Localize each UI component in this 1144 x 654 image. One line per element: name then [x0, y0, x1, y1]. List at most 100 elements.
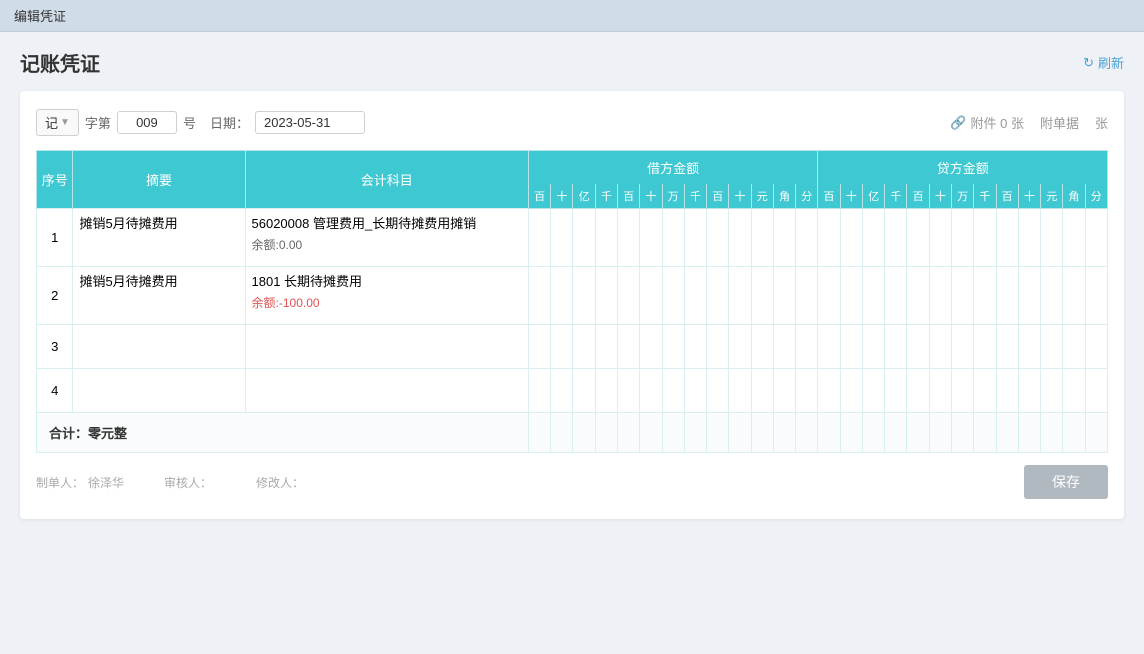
row-1-debit-1[interactable] [551, 267, 573, 325]
row-0-debit-9[interactable] [729, 209, 751, 267]
row-0-credit-11[interactable] [1063, 209, 1085, 267]
row-3-debit-6[interactable] [662, 369, 684, 413]
row-2-credit-7[interactable] [974, 325, 996, 369]
row-3-credit-5[interactable] [929, 369, 951, 413]
row-2-credit-2[interactable] [862, 325, 884, 369]
row-1-summary[interactable]: 摊销5月待摊费用 [73, 267, 245, 325]
row-1-credit-9[interactable] [1018, 267, 1040, 325]
row-3-credit-8[interactable] [996, 369, 1018, 413]
row-1-credit-5[interactable] [929, 267, 951, 325]
row-3-credit-9[interactable] [1018, 369, 1040, 413]
voucher-number-input[interactable] [117, 111, 177, 134]
row-3-credit-7[interactable] [974, 369, 996, 413]
row-1-debit-3[interactable] [595, 267, 617, 325]
row-1-credit-4[interactable] [907, 267, 929, 325]
row-3-credit-1[interactable] [840, 369, 862, 413]
row-0-debit-8[interactable] [707, 209, 729, 267]
row-2-credit-0[interactable] [818, 325, 840, 369]
row-0-credit-1[interactable] [840, 209, 862, 267]
row-3-debit-8[interactable] [707, 369, 729, 413]
row-2-credit-9[interactable] [1018, 325, 1040, 369]
row-1-credit-6[interactable] [952, 267, 974, 325]
row-2-debit-11[interactable] [773, 325, 795, 369]
attachment-link[interactable]: 🔗 附件 0 张 [950, 113, 1024, 132]
row-3-credit-2[interactable] [862, 369, 884, 413]
row-1-credit-11[interactable] [1063, 267, 1085, 325]
row-2-credit-6[interactable] [952, 325, 974, 369]
row-2-account[interactable] [245, 325, 528, 369]
row-3-debit-11[interactable] [773, 369, 795, 413]
row-3-credit-0[interactable] [818, 369, 840, 413]
row-1-debit-6[interactable] [662, 267, 684, 325]
voucher-type-button[interactable]: 记 ▼ [36, 109, 79, 136]
row-0-credit-6[interactable] [952, 209, 974, 267]
row-2-debit-8[interactable] [707, 325, 729, 369]
row-0-credit-7[interactable] [974, 209, 996, 267]
row-2-debit-0[interactable] [528, 325, 550, 369]
row-2-debit-4[interactable] [618, 325, 640, 369]
row-2-summary[interactable] [73, 325, 245, 369]
row-3-debit-10[interactable] [751, 369, 773, 413]
row-0-credit-12[interactable] [1085, 209, 1107, 267]
row-2-credit-10[interactable] [1041, 325, 1063, 369]
row-3-debit-3[interactable] [595, 369, 617, 413]
row-3-debit-12[interactable] [796, 369, 818, 413]
row-0-credit-4[interactable] [907, 209, 929, 267]
refresh-button[interactable]: ↻ 刷新 [1083, 53, 1124, 72]
row-2-credit-3[interactable] [885, 325, 907, 369]
row-2-credit-11[interactable] [1063, 325, 1085, 369]
row-0-debit-4[interactable] [618, 209, 640, 267]
row-3-debit-9[interactable] [729, 369, 751, 413]
row-2-debit-9[interactable] [729, 325, 751, 369]
row-0-debit-5[interactable] [640, 209, 662, 267]
row-2-debit-1[interactable] [551, 325, 573, 369]
row-1-debit-8[interactable] [707, 267, 729, 325]
row-3-credit-6[interactable] [952, 369, 974, 413]
row-1-credit-10[interactable] [1041, 267, 1063, 325]
row-1-debit-12[interactable] [796, 267, 818, 325]
row-2-debit-12[interactable] [796, 325, 818, 369]
row-3-credit-11[interactable] [1063, 369, 1085, 413]
row-0-debit-7[interactable] [684, 209, 706, 267]
row-0-debit-6[interactable] [662, 209, 684, 267]
row-0-debit-3[interactable] [595, 209, 617, 267]
row-0-credit-10[interactable] [1041, 209, 1063, 267]
row-1-debit-11[interactable] [773, 267, 795, 325]
row-3-debit-2[interactable] [573, 369, 595, 413]
row-2-debit-7[interactable] [684, 325, 706, 369]
row-1-debit-9[interactable] [729, 267, 751, 325]
row-1-debit-5[interactable] [640, 267, 662, 325]
row-0-credit-0[interactable] [818, 209, 840, 267]
row-3-account[interactable] [245, 369, 528, 413]
row-0-debit-12[interactable] [796, 209, 818, 267]
row-0-debit-10[interactable] [751, 209, 773, 267]
row-3-summary[interactable] [73, 369, 245, 413]
row-1-account[interactable]: 1801 长期待摊费用余额:-100.00 [245, 267, 528, 325]
row-2-debit-6[interactable] [662, 325, 684, 369]
row-2-credit-8[interactable] [996, 325, 1018, 369]
row-3-debit-1[interactable] [551, 369, 573, 413]
row-1-debit-4[interactable] [618, 267, 640, 325]
row-0-account[interactable]: 56020008 管理费用_长期待摊费用摊销余额:0.00 [245, 209, 528, 267]
row-1-credit-12[interactable] [1085, 267, 1107, 325]
row-0-credit-8[interactable] [996, 209, 1018, 267]
row-2-credit-5[interactable] [929, 325, 951, 369]
row-3-credit-4[interactable] [907, 369, 929, 413]
row-2-debit-5[interactable] [640, 325, 662, 369]
row-1-credit-2[interactable] [862, 267, 884, 325]
row-2-credit-4[interactable] [907, 325, 929, 369]
row-0-credit-5[interactable] [929, 209, 951, 267]
row-3-credit-3[interactable] [885, 369, 907, 413]
row-0-debit-2[interactable] [573, 209, 595, 267]
row-0-credit-2[interactable] [862, 209, 884, 267]
row-1-debit-7[interactable] [684, 267, 706, 325]
row-0-credit-3[interactable] [885, 209, 907, 267]
row-1-credit-3[interactable] [885, 267, 907, 325]
row-1-credit-1[interactable] [840, 267, 862, 325]
row-1-credit-8[interactable] [996, 267, 1018, 325]
save-button[interactable]: 保存 [1024, 465, 1108, 499]
row-0-debit-11[interactable] [773, 209, 795, 267]
row-3-debit-4[interactable] [618, 369, 640, 413]
row-1-credit-7[interactable] [974, 267, 996, 325]
row-3-credit-12[interactable] [1085, 369, 1107, 413]
